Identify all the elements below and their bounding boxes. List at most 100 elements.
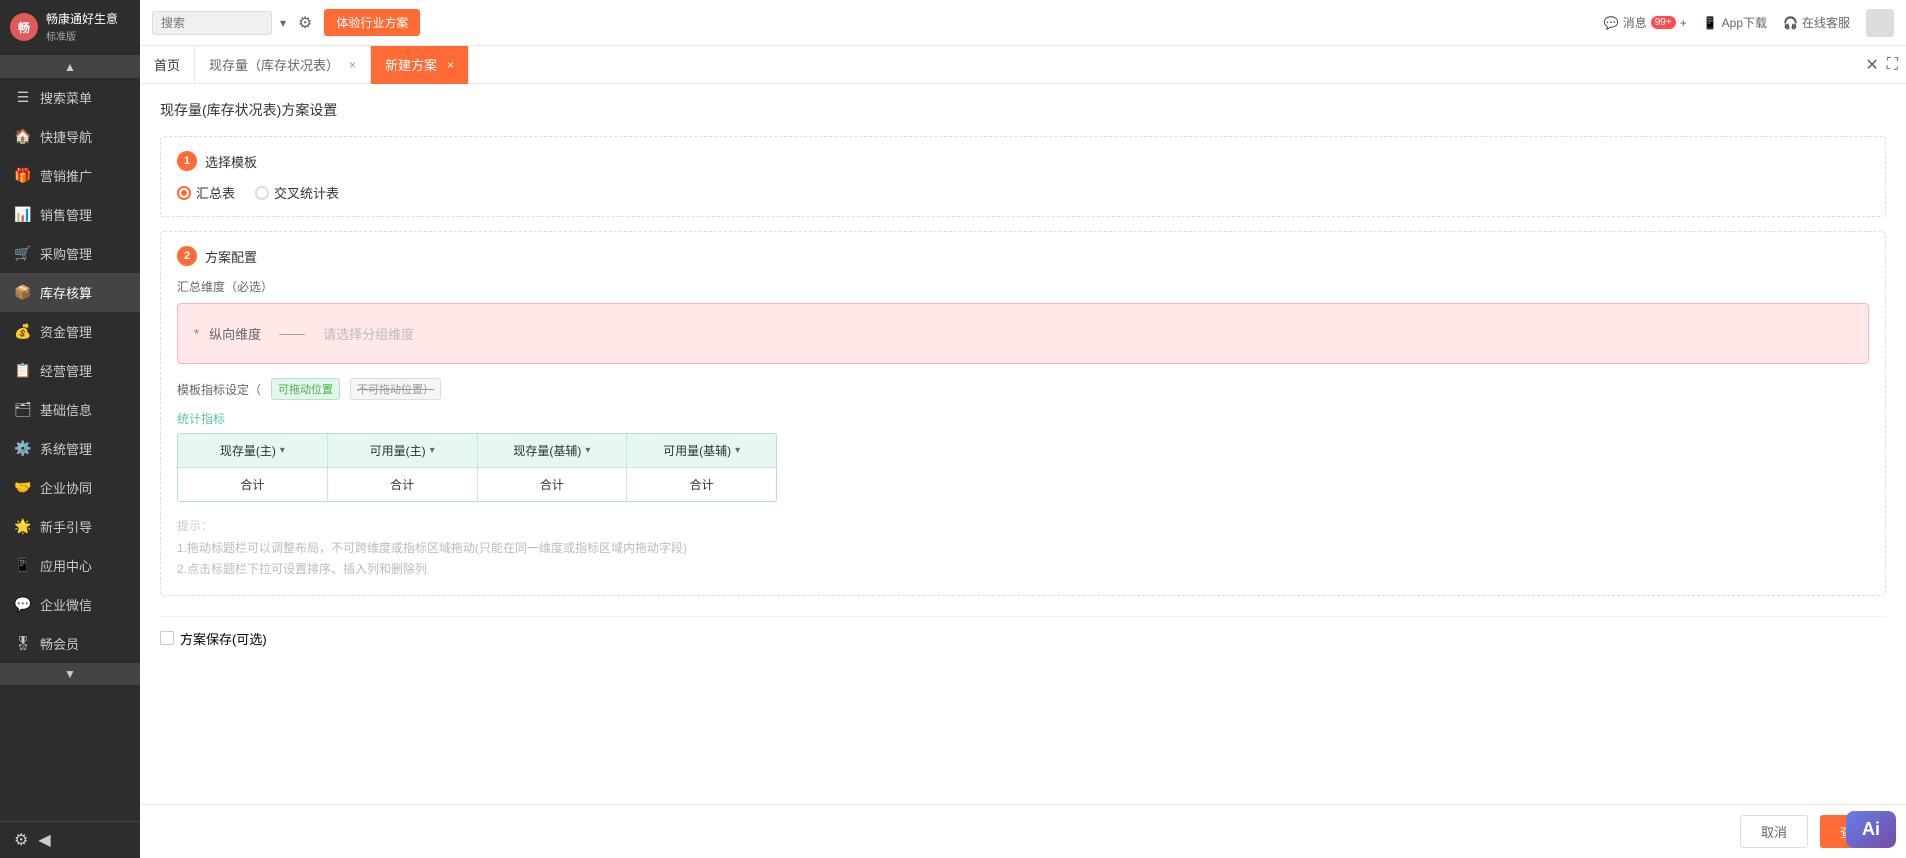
sidebar-item-inventory[interactable]: 📦 库存核算 [0, 273, 140, 312]
online-service-item[interactable]: 🎧 在线客服 [1783, 14, 1850, 31]
new-tab-label: 新建方案 [385, 55, 437, 74]
online-service-label: 在线客服 [1802, 14, 1850, 31]
tabs-bar: 首页 现存量（库存状况表） × 新建方案 × ✕ ⛶ [140, 46, 1906, 84]
tab-expand-button[interactable]: ⛶ [1887, 56, 1898, 74]
sidebar-item-label: 系统管理 [40, 439, 92, 458]
newguide-icon: 🌟 [14, 517, 32, 535]
tip-2: 2.点击标题栏下拉可设置排序、插入列和删除列 [177, 559, 1869, 581]
col-3[interactable]: 现存量(基辅) ▾ [478, 434, 628, 467]
search-dropdown-button[interactable]: ▾ [280, 16, 286, 30]
finance-icon: 💰 [14, 322, 32, 340]
inventory-tab-label: 现存量（库存状况表） [209, 55, 339, 74]
sidebar-item-label: 新手引导 [40, 517, 92, 536]
sidebar-item-system[interactable]: ⚙️ 系统管理 [0, 429, 140, 468]
main-area: ▾ ⚙ 体验行业方案 💬 消息 99+ + 📱 App下载 🎧 在线客服 首页 [140, 0, 1906, 858]
col-2-label: 可用量(主) [370, 442, 426, 459]
stats-label: 统计指标 [177, 410, 1869, 427]
footer-buttons: 取消 查询 [140, 804, 1906, 858]
sidebar-item-appcenter[interactable]: 📱 应用中心 [0, 546, 140, 585]
sidebar-logo: 畅 畅康通好生意 标准版 [0, 0, 140, 56]
cell-1: 合计 [178, 468, 328, 501]
sidebar-item-sales[interactable]: 📊 销售管理 [0, 195, 140, 234]
step1-header: 1 选择模板 [177, 151, 1869, 171]
sidebar-scroll-up-button[interactable]: ▲ [0, 56, 140, 78]
required-star: * [194, 326, 199, 341]
message-icon: 💬 [1604, 16, 1619, 30]
sidebar-item-basic[interactable]: 🗂 基础信息 [0, 390, 140, 429]
save-checkbox[interactable] [160, 631, 174, 645]
tab-collapse-button[interactable]: ✕ [1865, 55, 1878, 75]
topbar-gear-button[interactable]: ⚙ [298, 13, 312, 33]
col-1[interactable]: 现存量(主) ▾ [178, 434, 328, 467]
ai-button[interactable]: Ai [1846, 811, 1896, 848]
sound-bottom-button[interactable]: ◀ [38, 830, 50, 850]
cell-4: 合计 [627, 468, 776, 501]
footer-check-area: 方案保存(可选) [160, 616, 1886, 648]
sidebar-item-label: 营销推广 [40, 166, 92, 185]
sidebar-item-operations[interactable]: 📋 经营管理 [0, 351, 140, 390]
sidebar-item-label: 搜索菜单 [40, 88, 92, 107]
tab-new-plan[interactable]: 新建方案 × [371, 46, 469, 84]
indicator-settings: 模板指标设定（ 可拖动位置 不可拖动位置） 统计指标 现存量(主) ▾ [177, 378, 1869, 502]
enterprise-icon: 🤝 [14, 478, 32, 496]
inventory-tab-close-icon[interactable]: × [349, 58, 356, 72]
page-inner: 现存量(库存状况表)方案设置 1 选择模板 汇总表 交叉统计表 [140, 84, 1906, 858]
col-2[interactable]: 可用量(主) ▾ [328, 434, 478, 467]
user-avatar[interactable] [1866, 9, 1894, 37]
col-1-label: 现存量(主) [220, 442, 276, 459]
sidebar-item-label: 快捷导航 [40, 127, 92, 146]
non-draggable-badge: 不可拖动位置） [350, 378, 441, 400]
indicator-table: 现存量(主) ▾ 可用量(主) ▾ 现存量(基辅) ▾ [177, 433, 777, 502]
vertical-dim-area: * 纵向维度 —— 请选择分组维度 [177, 303, 1869, 364]
sidebar-item-label: 畅会员 [40, 634, 79, 653]
sidebar-item-purchase[interactable]: 🛒 采购管理 [0, 234, 140, 273]
draggable-badge: 可拖动位置 [271, 378, 340, 400]
app-download-item[interactable]: 📱 App下载 [1703, 14, 1767, 31]
vertical-dim-placeholder[interactable]: 请选择分组维度 [323, 324, 414, 343]
appcenter-icon: 📱 [14, 556, 32, 574]
step2-card: 2 方案配置 汇总维度（必选） * 纵向维度 —— 请选择分组维度 模板指标设定… [160, 231, 1886, 596]
col-4[interactable]: 可用量(基辅) ▾ [627, 434, 776, 467]
sidebar-item-enterprise[interactable]: 🤝 企业协同 [0, 468, 140, 507]
basic-icon: 🗂 [14, 400, 32, 418]
new-tab-close-icon[interactable]: × [447, 58, 454, 72]
radio-cross[interactable]: 交叉统计表 [255, 183, 339, 202]
step2-header: 2 方案配置 [177, 246, 1869, 266]
step1-badge: 1 [177, 151, 197, 171]
sidebar-scroll-down-button[interactable]: ▼ [0, 663, 140, 685]
dim-dash: —— [279, 326, 305, 341]
trial-industry-button[interactable]: 体验行业方案 [324, 9, 420, 36]
sidebar-item-marketing[interactable]: 🎁 营销推广 [0, 156, 140, 195]
topbar-right: 💬 消息 99+ + 📱 App下载 🎧 在线客服 [1604, 9, 1894, 37]
logo-icon: 畅 [10, 13, 38, 41]
col-2-chevron-icon: ▾ [430, 445, 435, 456]
tab-inventory[interactable]: 现存量（库存状况表） × [195, 46, 371, 84]
sidebar-item-label: 企业协同 [40, 478, 92, 497]
tab-home[interactable]: 首页 [140, 46, 195, 84]
messages-item[interactable]: 💬 消息 99+ + [1604, 14, 1687, 31]
settings-bottom-button[interactable]: ⚙ [14, 830, 28, 850]
step1-title: 选择模板 [205, 152, 257, 171]
cancel-button[interactable]: 取消 [1740, 815, 1808, 848]
sidebar-item-search[interactable]: ☰ 搜索菜单 [0, 78, 140, 117]
sidebar-item-newguide[interactable]: 🌟 新手引导 [0, 507, 140, 546]
tips-title: 提示： [177, 519, 213, 533]
radio-summary[interactable]: 汇总表 [177, 183, 235, 202]
sidebar-item-shortcut[interactable]: 🏠 快捷导航 [0, 117, 140, 156]
template-radio-group: 汇总表 交叉统计表 [177, 183, 1869, 202]
gift-icon: 🎁 [14, 166, 32, 184]
sidebar-item-finance[interactable]: 💰 资金管理 [0, 312, 140, 351]
sidebar-item-member[interactable]: 🎖 畅会员 [0, 624, 140, 663]
col-3-chevron-icon: ▾ [585, 445, 590, 456]
sidebar-item-label: 采购管理 [40, 244, 92, 263]
wechat-icon: 💬 [14, 595, 32, 613]
sidebar-item-label: 销售管理 [40, 205, 92, 224]
radio-summary-circle [177, 186, 191, 200]
sidebar-item-wechat[interactable]: 💬 企业微信 [0, 585, 140, 624]
operations-icon: 📋 [14, 361, 32, 379]
sidebar-item-label: 经营管理 [40, 361, 92, 380]
messages-plus: + [1680, 16, 1687, 30]
search-input[interactable] [152, 11, 272, 35]
sidebar-item-label: 企业微信 [40, 595, 92, 614]
radio-cross-label: 交叉统计表 [274, 183, 339, 202]
